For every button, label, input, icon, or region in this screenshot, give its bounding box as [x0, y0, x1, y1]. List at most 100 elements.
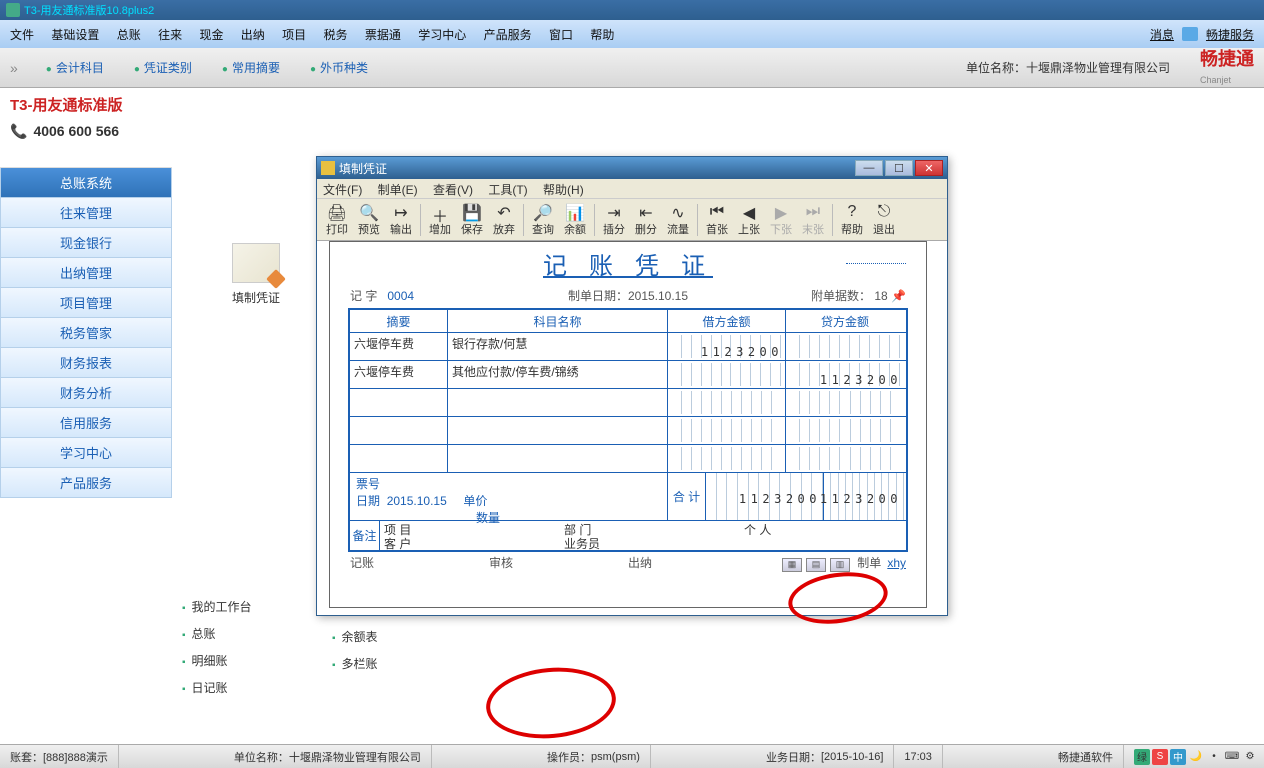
- tray-ime-icon[interactable]: S: [1152, 749, 1168, 765]
- vm-tool[interactable]: 工具(T): [488, 183, 527, 197]
- ql-desktop[interactable]: 我的工作台: [182, 598, 252, 615]
- tray-kb-icon[interactable]: ⌨: [1224, 749, 1240, 765]
- tb-last: ⏭末张: [797, 203, 829, 237]
- tb-delrow[interactable]: ⇤删分: [630, 203, 662, 237]
- table-row[interactable]: [350, 416, 906, 444]
- vm-help[interactable]: 帮助(H): [543, 183, 584, 197]
- sb-time: 17:03: [894, 745, 943, 768]
- service-link[interactable]: 畅捷服务: [1206, 26, 1254, 43]
- tb-print[interactable]: 🖨打印: [321, 203, 353, 237]
- tray-icon[interactable]: 绿: [1134, 749, 1150, 765]
- tray-lang-icon[interactable]: 中: [1170, 749, 1186, 765]
- menu-cash[interactable]: 现金: [199, 28, 223, 42]
- tb-discard[interactable]: ↶放弃: [488, 203, 520, 237]
- voucher-window-title: 填制凭证: [339, 160, 387, 177]
- menu-learn[interactable]: 学习中心: [418, 28, 466, 42]
- nav-learn[interactable]: 学习中心: [0, 438, 172, 468]
- attach-count[interactable]: 18: [874, 289, 887, 303]
- close-button[interactable]: ✕: [915, 160, 943, 176]
- table-row[interactable]: 六堰停车费 银行存款/何慧 1123200: [350, 332, 906, 360]
- voucher-icon: [232, 243, 280, 283]
- top-input[interactable]: [846, 248, 906, 264]
- messages-link[interactable]: 消息: [1150, 26, 1174, 43]
- nav-cashbank[interactable]: 现金银行: [0, 228, 172, 258]
- nav-ar[interactable]: 往来管理: [0, 198, 172, 228]
- sum-label: 合 计: [668, 473, 706, 520]
- btn-b[interactable]: ▤: [806, 558, 826, 572]
- menu-product[interactable]: 产品服务: [484, 28, 532, 42]
- tb-prev[interactable]: ◀上张: [733, 203, 765, 237]
- vm-file[interactable]: 文件(F): [323, 183, 362, 197]
- minimize-button[interactable]: —: [855, 160, 883, 176]
- sub-voucher-type[interactable]: ●凭证类别: [134, 59, 192, 76]
- tb-export[interactable]: ↦输出: [385, 203, 417, 237]
- ql-detail[interactable]: 明细账: [182, 652, 252, 669]
- menu-bill[interactable]: 票据通: [365, 28, 401, 42]
- tb-preview[interactable]: 🔍预览: [353, 203, 385, 237]
- quick-links: 我的工作台 总账 明细账 日记账: [182, 598, 252, 706]
- menu-ar[interactable]: 往来: [158, 28, 182, 42]
- nav-report[interactable]: 财务报表: [0, 348, 172, 378]
- sub-account[interactable]: ●会计科目: [46, 59, 104, 76]
- workspace: 填制凭证 我的工作台 总账 明细账 日记账 余额表 多栏账 填制凭证 — ☐ ✕…: [172, 88, 1264, 744]
- tb-query[interactable]: 🔎查询: [527, 203, 559, 237]
- tray-moon-icon[interactable]: 🌙: [1188, 749, 1204, 765]
- menu-help[interactable]: 帮助: [590, 28, 614, 42]
- tb-insrow[interactable]: ⇥插分: [598, 203, 630, 237]
- product-phone: 4006 600 566: [10, 123, 162, 140]
- table-row[interactable]: 六堰停车费 其他应付款/停车费/锦绣 1123200: [350, 360, 906, 388]
- nav-gl[interactable]: 总账系统: [0, 168, 172, 198]
- menu-project[interactable]: 项目: [282, 28, 306, 42]
- ql-journal[interactable]: 日记账: [182, 679, 252, 696]
- expand-icon[interactable]: »: [10, 60, 16, 76]
- tray-sep-icon[interactable]: •: [1206, 749, 1222, 765]
- tb-help[interactable]: ?帮助: [836, 203, 868, 237]
- voucher-shortcut[interactable]: 填制凭证: [232, 243, 280, 306]
- menu-file[interactable]: 文件: [10, 28, 34, 42]
- tb-add[interactable]: ＋增加: [424, 203, 456, 237]
- sb-acct: 账套：[888]888演示: [0, 745, 119, 768]
- annotation-circle-2: [483, 662, 619, 743]
- vm-view[interactable]: 查看(V): [433, 183, 473, 197]
- table-row[interactable]: [350, 444, 906, 472]
- tb-flow[interactable]: ∿流量: [662, 203, 694, 237]
- voucher-titlebar[interactable]: 填制凭证 — ☐ ✕: [317, 157, 947, 179]
- nav-cashier[interactable]: 出纳管理: [0, 258, 172, 288]
- tray-gear-icon[interactable]: ⚙: [1242, 749, 1258, 765]
- voucher-window-icon: [321, 161, 335, 175]
- ql-multi[interactable]: 多栏账: [332, 655, 378, 672]
- foot-maker: ▦▤▥ 制单xhy: [767, 554, 906, 572]
- ql-balance[interactable]: 余额表: [332, 628, 378, 645]
- nav-list: 总账系统 往来管理 现金银行 出纳管理 项目管理 税务管家 财务报表 财务分析 …: [0, 168, 172, 498]
- sub-currency[interactable]: ●外币种类: [310, 59, 368, 76]
- nav-tax[interactable]: 税务管家: [0, 318, 172, 348]
- tb-first[interactable]: ⏮首张: [701, 203, 733, 237]
- nav-credit[interactable]: 信用服务: [0, 408, 172, 438]
- voucher-date[interactable]: 2015.10.15: [628, 289, 688, 303]
- btn-a[interactable]: ▦: [782, 558, 802, 572]
- nav-analysis[interactable]: 财务分析: [0, 378, 172, 408]
- tb-save[interactable]: 💾保存: [456, 203, 488, 237]
- tb-exit[interactable]: ⎋退出: [868, 203, 900, 237]
- menu-window[interactable]: 窗口: [549, 28, 573, 42]
- tb-balance[interactable]: 📊余额: [559, 203, 591, 237]
- nav-product[interactable]: 产品服务: [0, 468, 172, 498]
- main-menubar: 文件 基础设置 总账 往来 现金 出纳 项目 税务 票据通 学习中心 产品服务 …: [0, 20, 1264, 48]
- voucher-table: 摘要 科目名称 借方金额 贷方金额 六堰停车费 银行存款/何慧 1123200: [348, 308, 908, 552]
- pin-icon[interactable]: 📌: [891, 289, 906, 303]
- voucher-no[interactable]: 0004: [387, 289, 414, 303]
- nav-project[interactable]: 项目管理: [0, 288, 172, 318]
- sub-summary[interactable]: ●常用摘要: [222, 59, 280, 76]
- voucher-paper: 记 账 凭 证 记 字 0004 制单日期：2015.10.15 附单据数： 1…: [329, 241, 927, 608]
- vm-make[interactable]: 制单(E): [378, 183, 418, 197]
- menu-tax[interactable]: 税务: [324, 28, 348, 42]
- company-label: 单位名称：十堰鼎泽物业管理有限公司: [966, 59, 1170, 76]
- maximize-button[interactable]: ☐: [885, 160, 913, 176]
- menu-base[interactable]: 基础设置: [51, 28, 99, 42]
- menu-cashier[interactable]: 出纳: [241, 28, 265, 42]
- chat-icon[interactable]: [1182, 27, 1198, 41]
- ql-gl[interactable]: 总账: [182, 625, 252, 642]
- menu-gl[interactable]: 总账: [117, 28, 141, 42]
- table-row[interactable]: [350, 388, 906, 416]
- btn-c[interactable]: ▥: [830, 558, 850, 572]
